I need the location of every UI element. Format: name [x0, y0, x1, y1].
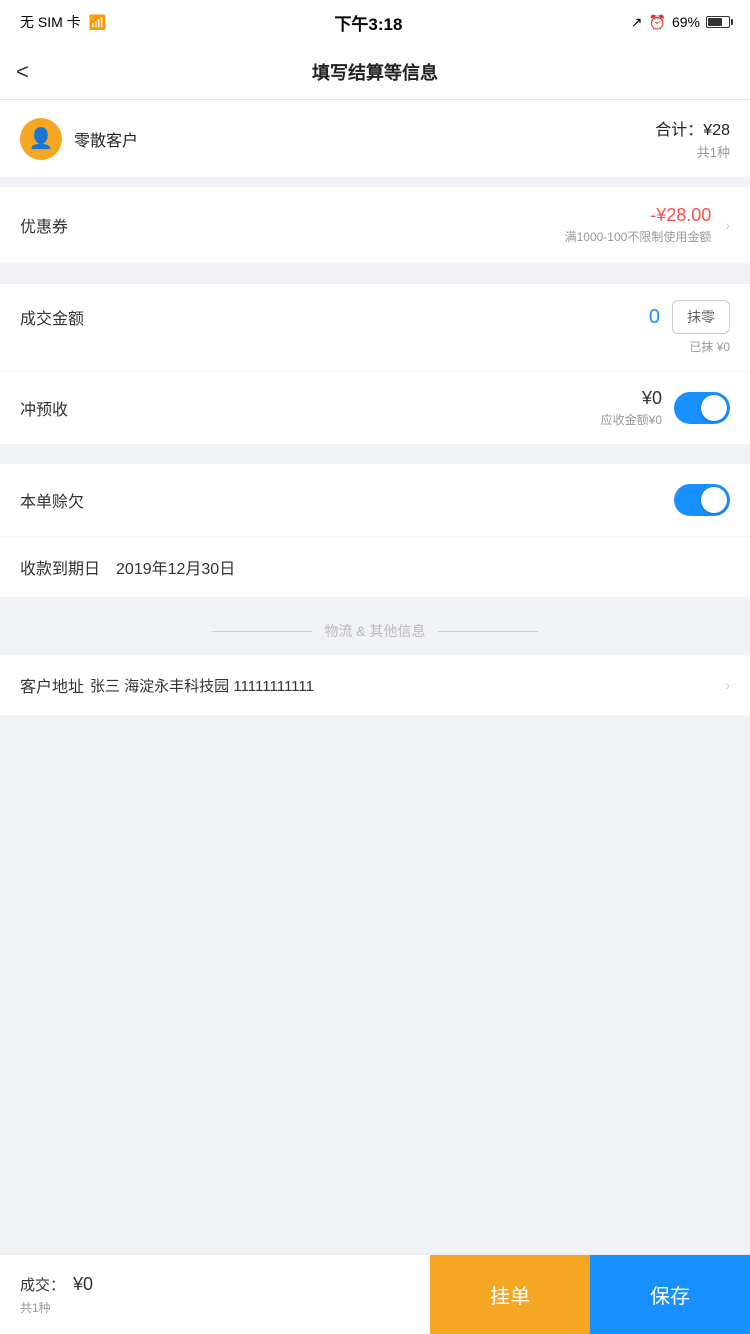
content: 👤 零散客户 合计：¥28 共1种 优惠券 -¥28.00 满1000-100不…: [0, 100, 750, 845]
transaction-right: 0 抹零: [649, 300, 730, 334]
bottom-bar: 成交： ¥0 共1种 挂单 保存: [0, 1254, 750, 1334]
customer-row[interactable]: 👤 零散客户 合计：¥28 共1种: [0, 100, 750, 177]
coupon-desc: 满1000-100不限制使用金额: [565, 228, 712, 245]
bottom-summary-main: 成交： ¥0: [20, 1274, 410, 1295]
status-right: ↗ ⏰ 69%: [631, 14, 730, 31]
address-chevron-icon: ›: [725, 677, 730, 693]
prepay-receivable: 应收金额¥0: [601, 411, 662, 428]
divider-1: [0, 274, 750, 284]
bottom-amount: ¥0: [73, 1274, 93, 1295]
wifi-icon: 📶: [89, 14, 106, 31]
coupon-right: -¥28.00 满1000-100不限制使用金额 ›: [565, 205, 730, 245]
customer-left: 👤 零散客户: [20, 118, 138, 160]
bottom-sub-label: 共1种: [20, 1299, 410, 1316]
due-date-row: 收款到期日 2019年12月30日: [20, 555, 730, 579]
coupon-amount: -¥28.00: [565, 205, 712, 226]
total-amount: 合计：¥28: [655, 116, 730, 140]
address-label: 客户地址: [20, 673, 90, 697]
logistics-divider: 物流 & 其他信息: [0, 607, 750, 655]
divider-2: [0, 454, 750, 464]
customer-summary: 合计：¥28 共1种: [655, 116, 730, 161]
coupon-row[interactable]: 优惠券 -¥28.00 满1000-100不限制使用金额 ›: [0, 187, 750, 264]
credit-toggle-knob: [701, 487, 727, 513]
status-time: 下午3:18: [334, 10, 402, 35]
due-date-section: 收款到期日 2019年12月30日: [0, 536, 750, 597]
coupon-chevron-icon: ›: [725, 217, 730, 233]
status-bar: 无 SIM 卡 📶 下午3:18 ↗ ⏰ 69%: [0, 0, 750, 44]
prepay-label: 冲预收: [20, 396, 68, 420]
transaction-row: 成交金额 0 抹零 已抹 ¥0: [0, 284, 750, 372]
location-icon: ↗: [631, 14, 643, 31]
alarm-icon: ⏰: [649, 14, 666, 31]
transaction-section: 成交金额 0 抹零 已抹 ¥0 冲预收 ¥0 应收金额¥0: [0, 284, 750, 444]
credit-toggle[interactable]: [674, 484, 730, 516]
round-button[interactable]: 抹零: [672, 300, 730, 334]
customer-avatar: 👤: [20, 118, 62, 160]
address-row[interactable]: 客户地址 张三 海淀永丰科技园 11111111111 ›: [0, 655, 750, 715]
total-count: 共1种: [655, 142, 730, 161]
coupon-info: -¥28.00 满1000-100不限制使用金额: [565, 205, 712, 245]
page-title: 填写结算等信息: [312, 59, 438, 85]
bottom-label: 成交：: [20, 1274, 65, 1295]
already-rounded: 已抹 ¥0: [20, 338, 730, 355]
prepay-toggle[interactable]: [674, 392, 730, 424]
customer-name: 零散客户: [74, 127, 138, 151]
address-section: 客户地址 张三 海淀永丰科技园 11111111111 ›: [0, 655, 750, 715]
bottom-summary: 成交： ¥0 共1种: [0, 1274, 430, 1316]
coupon-section: 优惠券 -¥28.00 满1000-100不限制使用金额 ›: [0, 187, 750, 264]
hold-button[interactable]: 挂单: [430, 1255, 590, 1334]
bottom-space: [0, 725, 750, 845]
toggle-knob: [701, 395, 727, 421]
logistics-label: 物流 & 其他信息: [212, 621, 537, 641]
credit-label: 本单赊欠: [20, 488, 84, 512]
prepay-right: ¥0 应收金额¥0: [601, 388, 730, 428]
due-date-label: 收款到期日: [20, 555, 100, 579]
battery-icon: [706, 16, 730, 28]
save-button[interactable]: 保存: [590, 1255, 750, 1334]
battery-percent: 69%: [672, 14, 700, 30]
transaction-amount[interactable]: 0: [649, 306, 660, 329]
status-left: 无 SIM 卡 📶: [20, 12, 106, 32]
nav-bar: < 填写结算等信息: [0, 44, 750, 100]
due-date-value[interactable]: 2019年12月30日: [116, 555, 235, 579]
network-label: 无 SIM 卡: [20, 12, 81, 32]
prepay-amount-block: ¥0 应收金额¥0: [601, 388, 662, 428]
prepay-amount: ¥0: [601, 388, 662, 409]
transaction-label: 成交金额: [20, 305, 84, 329]
address-value: 张三 海淀永丰科技园 11111111111: [90, 675, 717, 696]
prepay-row: 冲预收 ¥0 应收金额¥0: [0, 372, 750, 444]
coupon-label: 优惠券: [20, 213, 68, 237]
back-button[interactable]: <: [16, 59, 29, 85]
credit-row: 本单赊欠: [0, 464, 750, 536]
credit-section: 本单赊欠 收款到期日 2019年12月30日: [0, 464, 750, 597]
customer-section: 👤 零散客户 合计：¥28 共1种: [0, 100, 750, 177]
